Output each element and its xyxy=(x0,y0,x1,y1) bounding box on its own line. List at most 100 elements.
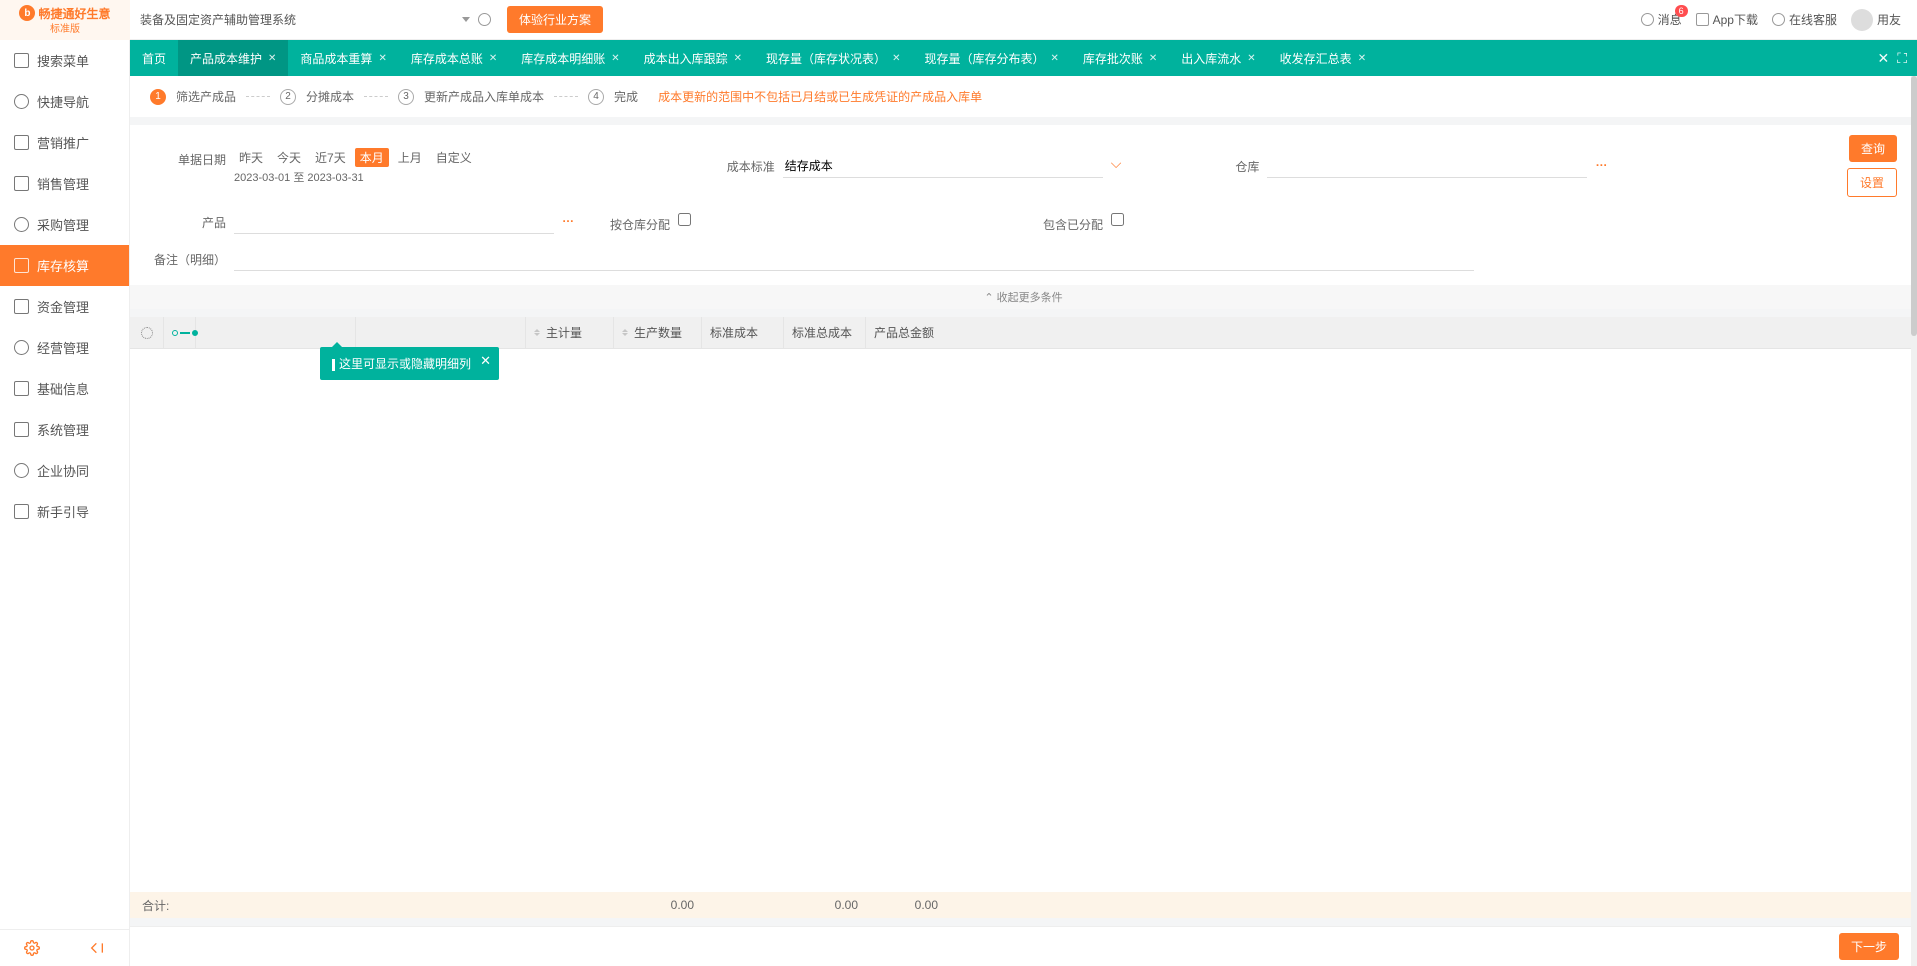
tab-4[interactable]: 库存成本明细账✕ xyxy=(509,40,631,76)
system-selector[interactable]: 装备及固定资产辅助管理系统 xyxy=(140,11,491,28)
sidebar-item-4[interactable]: 采购管理 xyxy=(0,204,129,245)
col-std-cost[interactable]: 标准成本 xyxy=(702,317,784,348)
sidebar-item-label: 快捷导航 xyxy=(37,92,89,111)
tab-close-icon[interactable]: ✕ xyxy=(1358,53,1366,64)
sidebar-item-3[interactable]: 销售管理 xyxy=(0,163,129,204)
product-more-icon[interactable]: … xyxy=(562,211,576,225)
tab-close-icon[interactable]: ✕ xyxy=(611,53,619,64)
collapse-filters-button[interactable]: ⌃ 收起更多条件 xyxy=(130,285,1917,309)
service-label: 在线客服 xyxy=(1789,11,1837,28)
scrollbar-thumb[interactable] xyxy=(1911,76,1917,336)
collapse-sidebar-icon[interactable] xyxy=(89,940,105,956)
tab-6[interactable]: 现存量（库存状况表）✕ xyxy=(754,40,912,76)
gear-icon[interactable] xyxy=(478,13,491,26)
user-menu[interactable]: 用友 xyxy=(1851,9,1901,31)
sidebar-icon xyxy=(14,381,29,396)
date-option-3[interactable]: 本月 xyxy=(355,148,389,167)
sidebar-item-0[interactable]: 搜索菜单 xyxy=(0,40,129,81)
next-step-button[interactable]: 下一步 xyxy=(1839,933,1899,960)
tab-5[interactable]: 成本出入库跟踪✕ xyxy=(632,40,754,76)
col-std-total[interactable]: 标准总成本 xyxy=(784,317,866,348)
tab-close-icon[interactable]: ✕ xyxy=(1050,53,1058,64)
tab-close-icon[interactable]: ✕ xyxy=(1247,53,1255,64)
include-label: 包含已分配 xyxy=(1043,213,1103,233)
filter-panel: 单据日期 昨天今天近7天本月上月自定义 2023-03-01 至 2023-03… xyxy=(130,125,1917,309)
sidebar-icon xyxy=(14,176,29,191)
sidebar-icon xyxy=(14,340,29,355)
sidebar-item-9[interactable]: 系统管理 xyxy=(0,409,129,450)
avatar-icon xyxy=(1851,9,1873,31)
product-input[interactable] xyxy=(234,211,554,234)
sidebar-item-label: 系统管理 xyxy=(37,420,89,439)
sidebar-item-label: 采购管理 xyxy=(37,215,89,234)
date-option-0[interactable]: 昨天 xyxy=(234,148,268,167)
fullscreen-icon[interactable]: ⛶ xyxy=(1897,50,1907,67)
sidebar-item-7[interactable]: 经营管理 xyxy=(0,327,129,368)
query-button[interactable]: 查询 xyxy=(1849,135,1897,162)
sidebar-item-10[interactable]: 企业协同 xyxy=(0,450,129,491)
cost-std-select[interactable] xyxy=(783,155,1103,178)
column-config-button[interactable] xyxy=(130,317,164,348)
tooltip-close-icon[interactable]: ✕ xyxy=(480,353,491,369)
tab-close-icon[interactable]: ✕ xyxy=(268,53,276,64)
online-service-link[interactable]: 在线客服 xyxy=(1772,11,1837,28)
warehouse-input[interactable] xyxy=(1267,155,1587,178)
remark-label: 备注（明细） xyxy=(150,248,226,268)
gear-icon xyxy=(141,327,153,339)
steps-note: 成本更新的范围中不包括已月结或已生成凭证的产成品入库单 xyxy=(658,88,982,105)
message-icon xyxy=(1641,13,1654,26)
col-qty[interactable]: 生产数量 xyxy=(614,317,702,348)
by-warehouse-checkbox[interactable] xyxy=(678,213,691,226)
tab-0[interactable]: 首页 xyxy=(130,40,178,76)
sidebar-item-8[interactable]: 基础信息 xyxy=(0,368,129,409)
remark-input[interactable] xyxy=(234,248,1474,271)
message-badge: 6 xyxy=(1675,5,1688,17)
tab-3[interactable]: 库存成本总账 ✕ xyxy=(399,40,509,76)
date-range-text: 2023-03-01 至 2023-03-31 xyxy=(234,169,477,185)
col-product-amount[interactable]: 产品总金额 xyxy=(866,317,1917,348)
tab-2[interactable]: 商品成本重算✕ xyxy=(288,40,398,76)
tab-8[interactable]: 库存批次账✕ xyxy=(1071,40,1169,76)
sidebar-icon xyxy=(14,53,29,68)
tab-1[interactable]: 产品成本维护✕ xyxy=(178,40,288,76)
tab-close-icon[interactable]: ✕ xyxy=(489,53,497,64)
sidebar-item-11[interactable]: 新手引导 xyxy=(0,491,129,532)
bottom-bar: 下一步 xyxy=(130,926,1917,966)
footer-qty: 0.00 xyxy=(614,898,702,912)
tab-close-icon[interactable]: ✕ xyxy=(734,53,742,64)
tab-7[interactable]: 现存量（库存分布表）✕ xyxy=(912,40,1070,76)
by-wh-label: 按仓库分配 xyxy=(610,213,670,233)
chevron-down-icon[interactable]: ⌵ xyxy=(1111,155,1122,172)
sidebar-item-2[interactable]: 营销推广 xyxy=(0,122,129,163)
sidebar-item-5[interactable]: 库存核算 xyxy=(0,245,129,286)
sidebar-item-label: 基础信息 xyxy=(37,379,89,398)
user-name: 用友 xyxy=(1877,11,1901,28)
experience-button[interactable]: 体验行业方案 xyxy=(507,6,603,33)
close-tabs-icon[interactable]: ✕ xyxy=(1877,50,1889,67)
date-option-2[interactable]: 近7天 xyxy=(310,148,351,167)
tab-close-icon[interactable]: ✕ xyxy=(378,53,386,64)
tab-close-icon[interactable]: ✕ xyxy=(892,53,900,64)
sidebar-icon xyxy=(14,463,29,478)
tab-close-icon[interactable]: ✕ xyxy=(1149,53,1157,64)
warehouse-label: 仓库 xyxy=(1183,155,1259,175)
date-option-1[interactable]: 今天 xyxy=(272,148,306,167)
sidebar-item-1[interactable]: 快捷导航 xyxy=(0,81,129,122)
sidebar-item-label: 经营管理 xyxy=(37,338,89,357)
date-option-5[interactable]: 自定义 xyxy=(431,148,477,167)
tab-label: 库存成本总账 xyxy=(411,50,483,67)
app-download-link[interactable]: App下载 xyxy=(1696,11,1758,28)
settings-button[interactable]: 设置 xyxy=(1847,168,1897,197)
message-link[interactable]: 消息 6 xyxy=(1641,11,1682,28)
tab-9[interactable]: 出入库流水✕ xyxy=(1169,40,1267,76)
sidebar-item-6[interactable]: 资金管理 xyxy=(0,286,129,327)
col-main-unit[interactable]: 主计量 xyxy=(526,317,614,348)
detail-toggle-button[interactable] xyxy=(164,317,196,348)
settings-icon[interactable] xyxy=(24,940,40,956)
include-allocated-checkbox[interactable] xyxy=(1111,213,1124,226)
warehouse-more-icon[interactable]: … xyxy=(1595,155,1609,169)
step-number-0: 1 xyxy=(150,89,166,105)
date-option-4[interactable]: 上月 xyxy=(393,148,427,167)
scrollbar[interactable] xyxy=(1911,76,1917,966)
tab-10[interactable]: 收发存汇总表✕ xyxy=(1268,40,1378,76)
